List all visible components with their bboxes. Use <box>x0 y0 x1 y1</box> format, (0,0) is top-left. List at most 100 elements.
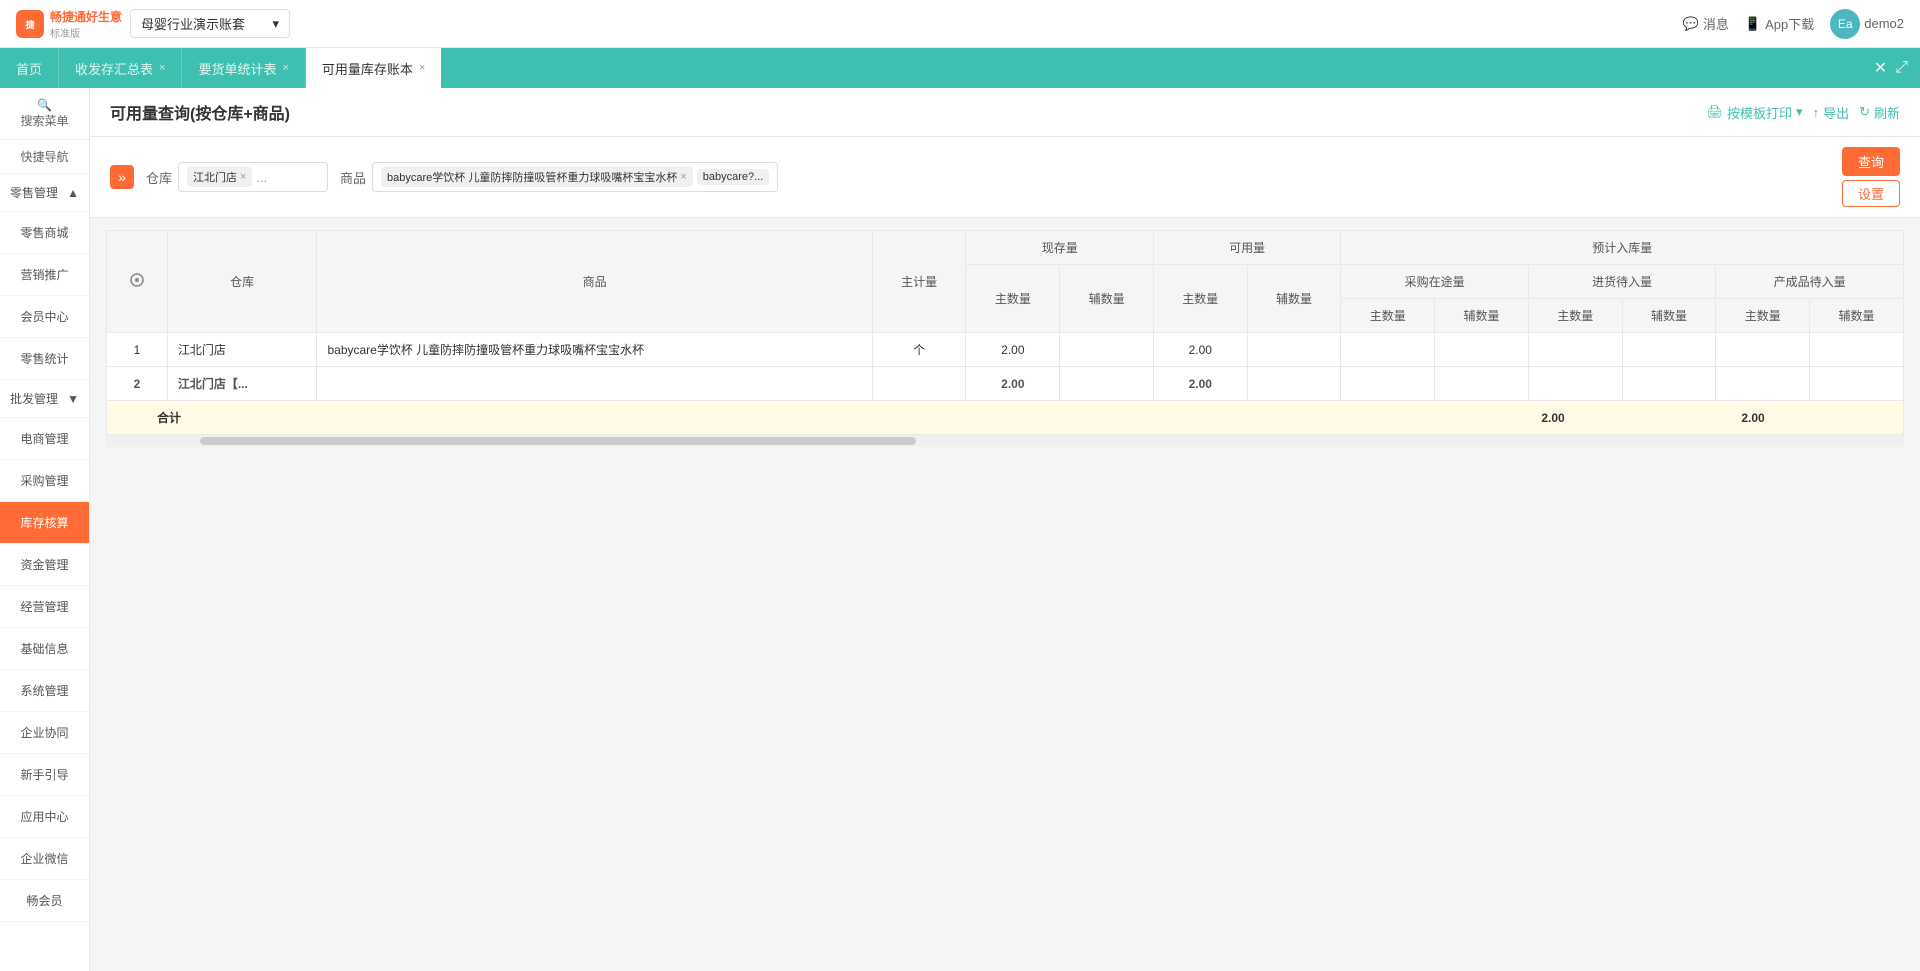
sidebar-item-retail-mall[interactable]: 零售商城 <box>0 212 89 254</box>
warehouse-more[interactable]: ... <box>256 170 267 185</box>
sidebar-item-ecommerce-mgmt[interactable]: 电商管理 <box>0 418 89 460</box>
cell-incoming-aux <box>1622 367 1716 401</box>
tab-close-order[interactable]: × <box>282 62 288 74</box>
remove-product-tag-1[interactable]: × <box>680 171 686 183</box>
table-row[interactable]: 1 江北门店 babycare学饮杯 儿童防摔防撞吸管杯重力球吸嘴杯宝宝水杯 个… <box>107 333 1904 367</box>
query-button[interactable]: 查询 <box>1842 147 1900 176</box>
th-unit: 主计量 <box>872 231 966 333</box>
th-product: 商品 <box>317 231 872 333</box>
sidebar-item-app-center[interactable]: 应用中心 <box>0 796 89 838</box>
th-available-main: 主数量 <box>1153 265 1247 333</box>
sidebar-search[interactable]: 🔍 搜索菜单 <box>0 88 89 140</box>
message-icon: 💬 <box>1683 16 1699 32</box>
chevron-down-icon: ▾ <box>272 16 279 32</box>
chevron-down-icon-print: ▾ <box>1796 104 1803 120</box>
cell-stock-aux <box>1060 367 1154 401</box>
sidebar-item-ops-mgmt[interactable]: 经营管理 <box>0 586 89 628</box>
avatar: Ea <box>1830 9 1860 39</box>
product-input[interactable]: babycare学饮杯 儿童防摔防撞吸管杯重力球吸嘴杯宝宝水杯 × babyca… <box>372 162 778 192</box>
cell-product-aux <box>1810 367 1904 401</box>
sidebar-item-inventory-check[interactable]: 库存核算 <box>0 502 89 544</box>
tab-close-receipt[interactable]: × <box>159 62 165 74</box>
cell-available-main: 2.00 <box>1153 367 1247 401</box>
sidebar-item-basic-info[interactable]: 基础信息 <box>0 628 89 670</box>
scroll-thumb[interactable] <box>200 437 916 445</box>
cell-available-aux <box>1247 367 1341 401</box>
cell-purchase-aux <box>1435 333 1529 367</box>
sidebar-item-system-mgmt[interactable]: 系统管理 <box>0 670 89 712</box>
tab-close-available[interactable]: × <box>419 62 425 74</box>
app-download-btn[interactable]: 📱 App下载 <box>1745 14 1814 33</box>
sidebar-item-enterprise-wechat[interactable]: 企业微信 <box>0 838 89 880</box>
sidebar-item-retail-mgmt[interactable]: 零售管理 ▲ <box>0 174 89 212</box>
industry-selector[interactable]: 母婴行业演示账套 ▾ <box>130 9 290 38</box>
cell-product-main <box>1716 333 1810 367</box>
tab-bar: 首页 收发存汇总表 × 要货单统计表 × 可用量库存账本 × ✕ ⤢ <box>0 48 1920 88</box>
sidebar-item-retail-stats[interactable]: 零售统计 <box>0 338 89 380</box>
cell-warehouse: 江北门店【... <box>167 367 317 401</box>
cell-purchase-main <box>1341 333 1435 367</box>
refresh-btn[interactable]: ↻ 刷新 <box>1859 103 1900 122</box>
cell-stock-aux <box>1060 333 1154 367</box>
sidebar-item-enterprise-collab[interactable]: 企业协同 <box>0 712 89 754</box>
th-product-main: 主数量 <box>1716 299 1810 333</box>
close-all-tabs-btn[interactable]: ✕ <box>1874 58 1887 78</box>
tab-home[interactable]: 首页 <box>0 48 59 88</box>
cell-product-aux <box>1810 333 1904 367</box>
th-purchase-group: 采购在途量 <box>1341 265 1528 299</box>
th-available-aux: 辅数量 <box>1247 265 1341 333</box>
th-purchase-main: 主数量 <box>1341 299 1435 333</box>
remove-warehouse-tag[interactable]: × <box>240 171 246 183</box>
tab-bar-actions: ✕ ⤢ <box>1874 58 1920 78</box>
product-tag-2: babycare?... <box>697 169 770 185</box>
sidebar-item-purchase-mgmt[interactable]: 采购管理 <box>0 460 89 502</box>
chevron-icon: ▲ <box>67 186 79 200</box>
page-header: 可用量查询(按仓库+商品) 🖨 按模板打印 ▾ ↑ 导出 ↻ 刷新 <box>90 88 1920 137</box>
refresh-icon: ↻ <box>1859 104 1870 120</box>
page-header-actions: 🖨 按模板打印 ▾ ↑ 导出 ↻ 刷新 <box>1707 103 1901 134</box>
th-stock-aux: 辅数量 <box>1060 265 1154 333</box>
cell-incoming-main <box>1528 367 1622 401</box>
chevron-icon-2: ▼ <box>67 392 79 406</box>
sidebar-item-member-center[interactable]: 会员中心 <box>0 296 89 338</box>
header-right: 💬 消息 📱 App下载 Ea demo2 <box>1683 9 1904 39</box>
sidebar: 🔍 搜索菜单 快捷导航 零售管理 ▲ 零售商城 营销推广 会员中心 零售统计 批… <box>0 88 90 971</box>
sidebar-item-marketing[interactable]: 营销推广 <box>0 254 89 296</box>
horizontal-scrollbar[interactable] <box>106 435 1904 447</box>
settings-button[interactable]: 设置 <box>1842 180 1900 207</box>
expand-tabs-btn[interactable]: ⤢ <box>1895 59 1908 77</box>
print-template-btn[interactable]: 🖨 按模板打印 ▾ <box>1707 103 1803 122</box>
th-warehouse: 仓库 <box>167 231 317 333</box>
sidebar-item-wholesale-mgmt[interactable]: 批发管理 ▼ <box>0 380 89 418</box>
cell-purchase-aux <box>1435 367 1529 401</box>
filter-action-buttons: 查询 设置 <box>1842 147 1900 207</box>
footer-stock-main: 2.00 <box>1503 411 1603 425</box>
tab-available-ledger[interactable]: 可用量库存账本 × <box>306 48 441 88</box>
tab-receipt-summary[interactable]: 收发存汇总表 × <box>59 48 182 88</box>
footer-available-main: 2.00 <box>1703 411 1803 425</box>
print-icon: 🖨 <box>1707 104 1724 120</box>
cell-unit: 个 <box>872 333 966 367</box>
table-row[interactable]: 2 江北门店【... 2.00 2.00 <box>107 367 1904 401</box>
sidebar-item-new-guide[interactable]: 新手引导 <box>0 754 89 796</box>
logo-text: 畅捷通好生意 标准版 <box>50 8 122 40</box>
message-btn[interactable]: 💬 消息 <box>1683 14 1729 33</box>
th-settings[interactable] <box>107 231 168 333</box>
th-incoming-aux: 辅数量 <box>1622 299 1716 333</box>
th-available-group: 可用量 <box>1153 231 1340 265</box>
cell-incoming-main <box>1528 333 1622 367</box>
export-btn[interactable]: ↑ 导出 <box>1813 103 1850 122</box>
user-menu[interactable]: Ea demo2 <box>1830 9 1904 39</box>
filter-expand-btn[interactable]: » <box>110 165 134 189</box>
sidebar-quick-nav[interactable]: 快捷导航 <box>0 140 89 174</box>
cell-warehouse: 江北门店 <box>167 333 317 367</box>
logo-area: 捷 畅捷通好生意 标准版 <box>16 8 122 40</box>
th-product-aux: 辅数量 <box>1810 299 1904 333</box>
tab-order-stats[interactable]: 要货单统计表 × <box>182 48 305 88</box>
sidebar-item-vip-member[interactable]: 畅会员 <box>0 880 89 922</box>
warehouse-input[interactable]: 江北门店 × ... <box>178 162 328 192</box>
sidebar-item-finance-mgmt[interactable]: 资金管理 <box>0 544 89 586</box>
cell-unit <box>872 367 966 401</box>
logo-icon: 捷 <box>16 10 44 38</box>
svg-text:捷: 捷 <box>25 19 35 30</box>
